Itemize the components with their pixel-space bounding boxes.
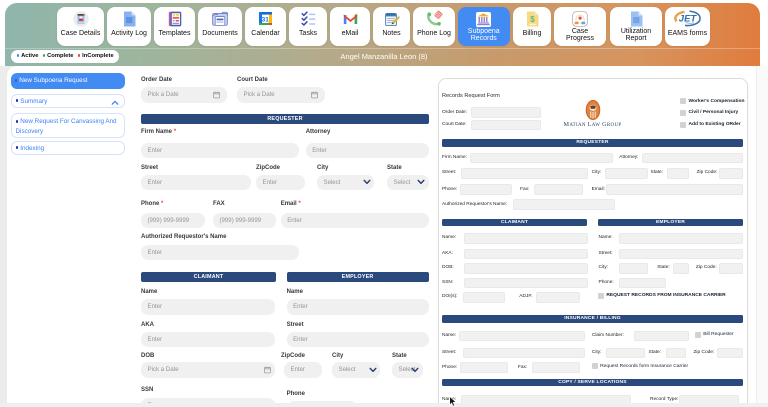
svg-text:31: 31 <box>262 16 270 23</box>
svg-text:$: $ <box>530 15 535 24</box>
